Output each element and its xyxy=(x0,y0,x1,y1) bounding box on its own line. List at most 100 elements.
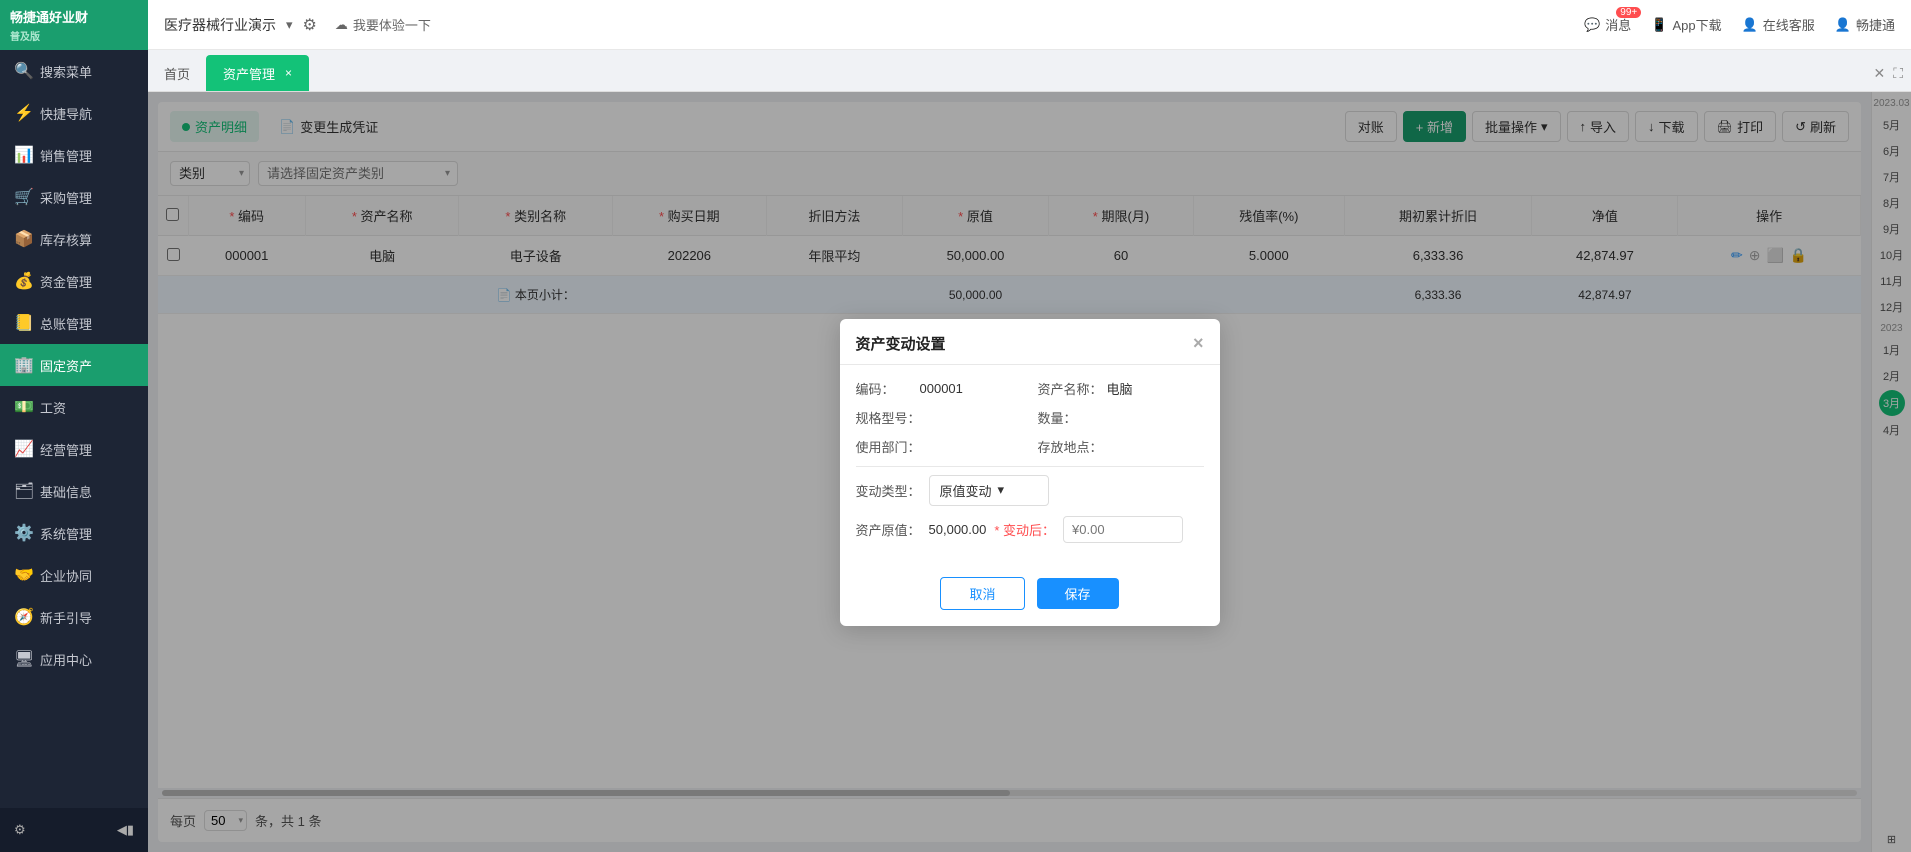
finance-icon: 💰 xyxy=(14,271,32,291)
system-icon: ⚙️ xyxy=(14,523,32,543)
sidebar-label-basic: 基础信息 xyxy=(40,482,92,501)
download-icon: 📱 xyxy=(1651,17,1667,33)
sidebar-label-enterprise: 企业协同 xyxy=(40,566,92,585)
dialog-qty-label: 数量： xyxy=(1038,408,1098,427)
sidebar-item-finance[interactable]: 💰 资金管理 xyxy=(0,260,148,302)
modal-overlay: 资产变动设置 × 编码： 000001 资产名称： 电脑 xyxy=(148,92,1911,852)
sidebar-bottom: ⚙ ◀▮ xyxy=(0,808,148,852)
dialog-name-label: 资产名称： xyxy=(1038,379,1103,398)
cancel-button[interactable]: 取消 xyxy=(940,577,1024,610)
sidebar-nav: 🔍搜索菜单⚡快捷导航 📊 销售管理 🛒采购管理📦库存核算 💰 资金管理 📒 总账管理 🏢固定资产… xyxy=(0,50,148,808)
dialog-row-3: 使用部门： 存放地点： xyxy=(856,437,1204,456)
asset-change-dialog: 资产变动设置 × 编码： 000001 资产名称： 电脑 xyxy=(840,319,1220,626)
ledger-icon: 📒 xyxy=(14,313,32,333)
tab-expand-icon[interactable]: ⛶ xyxy=(1893,65,1903,82)
settings-icon[interactable]: ⚙ xyxy=(14,822,26,838)
dialog-row-2: 规格型号： 数量： xyxy=(856,408,1204,427)
sales-icon: 📊 xyxy=(14,145,32,165)
dialog-code-label: 编码： xyxy=(856,379,916,398)
appstore-icon: 🖥 xyxy=(14,649,32,669)
dialog-footer: 取消 保存 xyxy=(840,567,1220,626)
sidebar-label-purchase: 采购管理 xyxy=(40,188,92,207)
basic-icon: 🗂 xyxy=(14,481,32,501)
app-download-btn[interactable]: 📱 App下载 xyxy=(1651,15,1721,34)
tab-home[interactable]: 首页 xyxy=(148,55,206,91)
sidebar-item-inventory[interactable]: 📦库存核算 xyxy=(0,218,148,260)
cancel-label: 取消 xyxy=(969,587,995,602)
tab-home-label: 首页 xyxy=(164,64,190,83)
message-btn[interactable]: 💬 消息 99+ xyxy=(1584,15,1631,34)
topbar-right: 💬 消息 99+ 📱 App下载 👤 在线客服 👤 畅捷通 xyxy=(1584,15,1895,34)
user-btn[interactable]: 👤 畅捷通 xyxy=(1835,15,1895,34)
dialog-header: 资产变动设置 × xyxy=(840,319,1220,365)
sidebar-label-finance: 资金管理 xyxy=(40,272,92,291)
sidebar: 畅捷通好业财 普及版 🔍搜索菜单⚡快捷导航 📊 销售管理 🛒采购管理📦库存核算 💰 资金管… xyxy=(0,0,148,852)
main-area: 医疗器械行业演示 ▾ ⚙ ☁ 我要体验一下 💬 消息 99+ 📱 App下载 👤… xyxy=(148,0,1911,852)
tab-asset-label: 资产管理 xyxy=(223,64,275,83)
sidebar-item-appstore[interactable]: 🖥应用中心 xyxy=(0,638,148,680)
save-button[interactable]: 保存 xyxy=(1037,578,1119,609)
dialog-change-type-select[interactable]: 原值变动 ▾ xyxy=(929,475,1049,506)
save-label: 保存 xyxy=(1065,587,1091,602)
app-download-label: App下载 xyxy=(1672,15,1721,34)
sidebar-label-system: 系统管理 xyxy=(40,524,92,543)
dialog-close-icon[interactable]: × xyxy=(1193,333,1204,354)
sidebar-item-guide[interactable]: 🧭新手引导 xyxy=(0,596,148,638)
company-dropdown[interactable]: ▾ xyxy=(286,17,293,33)
dialog-original-label: 资产原值： xyxy=(856,520,921,539)
sidebar-label-sales: 销售管理 xyxy=(40,146,92,165)
sidebar-item-system[interactable]: ⚙️ 系统管理 xyxy=(0,512,148,554)
app-subtitle: 普及版 xyxy=(10,28,88,43)
sidebar-item-sales[interactable]: 📊 销售管理 xyxy=(0,134,148,176)
sidebar-item-fixed[interactable]: 🏢固定资产 xyxy=(0,344,148,386)
dialog-dept-field: 使用部门： xyxy=(856,437,1022,456)
salary-icon: 💵 xyxy=(14,397,32,417)
sidebar-label-quicknav: 快捷导航 xyxy=(40,104,92,123)
dialog-body: 编码： 000001 资产名称： 电脑 规格型号： xyxy=(840,365,1220,567)
dialog-name-field: 资产名称： 电脑 xyxy=(1038,379,1204,398)
topbar: 医疗器械行业演示 ▾ ⚙ ☁ 我要体验一下 💬 消息 99+ 📱 App下载 👤… xyxy=(148,0,1911,50)
sidebar-item-search[interactable]: 🔍搜索菜单 xyxy=(0,50,148,92)
sidebar-item-quicknav[interactable]: ⚡快捷导航 xyxy=(0,92,148,134)
dialog-location-label: 存放地点： xyxy=(1038,437,1103,456)
app-logo: 畅捷通好业财 普及版 xyxy=(0,0,148,50)
dialog-original-value: 50,000.00 xyxy=(929,522,987,537)
tabs-bar: 首页 资产管理 × ✕ ⛶ xyxy=(148,50,1911,92)
tab-asset-management[interactable]: 资产管理 × xyxy=(206,55,309,91)
tab-close-icon[interactable]: × xyxy=(285,66,292,80)
dialog-change-type-row: 变动类型： 原值变动 ▾ xyxy=(856,475,1204,506)
dialog-after-label: * 变动后： xyxy=(994,520,1055,539)
settings-gear-icon[interactable]: ⚙ xyxy=(303,15,317,35)
sidebar-label-fixed: 固定资产 xyxy=(40,356,92,375)
sidebar-item-salary[interactable]: 💵工资 xyxy=(0,386,148,428)
enterprise-icon: 🤝 xyxy=(14,565,32,585)
dialog-dept-label: 使用部门： xyxy=(856,437,921,456)
sidebar-item-basic[interactable]: 🗂 基础信息 xyxy=(0,470,148,512)
sidebar-item-ledger[interactable]: 📒 总账管理 xyxy=(0,302,148,344)
message-icon: 💬 xyxy=(1584,17,1600,33)
sidebar-item-operation[interactable]: 📈 经营管理 xyxy=(0,428,148,470)
sidebar-item-purchase[interactable]: 🛒采购管理 xyxy=(0,176,148,218)
tab-close-window-icon[interactable]: ✕ xyxy=(1873,65,1885,82)
sidebar-label-operation: 经营管理 xyxy=(40,440,92,459)
service-icon: 👤 xyxy=(1742,17,1758,33)
experience-btn[interactable]: ☁ 我要体验一下 xyxy=(335,15,431,34)
inventory-icon: 📦 xyxy=(14,229,32,249)
cloud-icon: ☁ xyxy=(335,17,348,33)
sidebar-item-enterprise[interactable]: 🤝 企业协同 xyxy=(0,554,148,596)
search-icon: 🔍 xyxy=(14,61,32,81)
experience-label: 我要体验一下 xyxy=(353,15,431,34)
online-service-btn[interactable]: 👤 在线客服 xyxy=(1742,15,1815,34)
message-badge: 99+ xyxy=(1616,7,1641,18)
operation-icon: 📈 xyxy=(14,439,32,459)
dialog-amount-row: 资产原值： 50,000.00 * 变动后： xyxy=(856,516,1204,543)
dialog-after-input[interactable] xyxy=(1063,516,1183,543)
online-service-label: 在线客服 xyxy=(1763,15,1815,34)
dialog-location-field: 存放地点： xyxy=(1038,437,1204,456)
sidebar-label-ledger: 总账管理 xyxy=(40,314,92,333)
app-title: 畅捷通好业财 xyxy=(10,7,88,26)
collapse-icon[interactable]: ◀▮ xyxy=(117,822,134,838)
dialog-row-1: 编码： 000001 资产名称： 电脑 xyxy=(856,379,1204,398)
dialog-change-type-label: 变动类型： xyxy=(856,481,921,500)
guide-icon: 🧭 xyxy=(14,607,32,627)
